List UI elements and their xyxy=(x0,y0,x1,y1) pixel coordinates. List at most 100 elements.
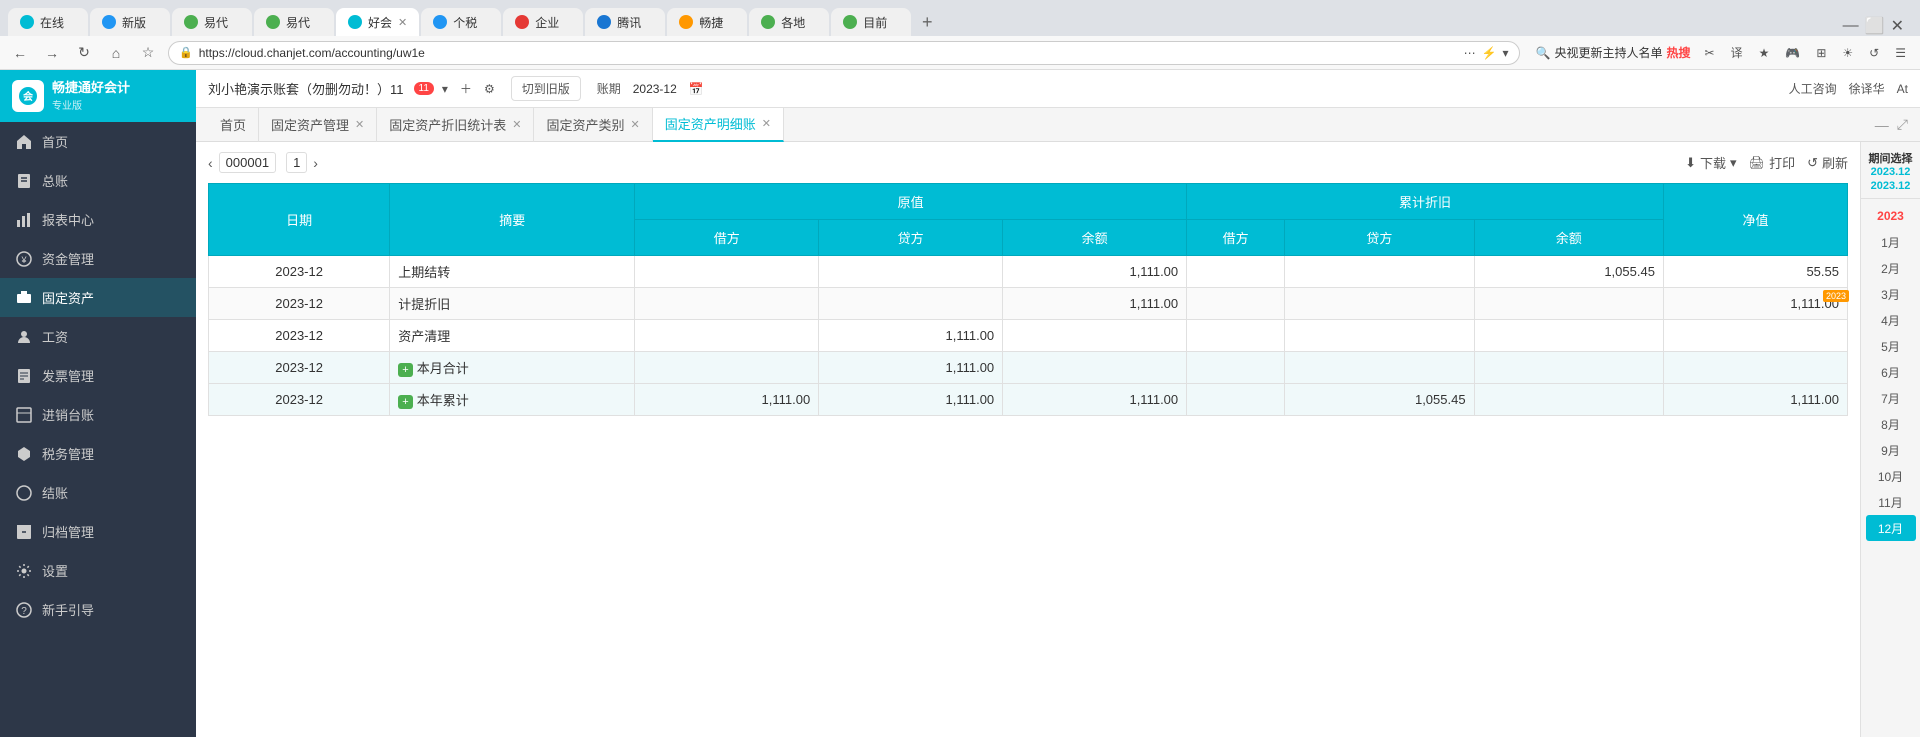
period-month-7[interactable]: 7月 xyxy=(1866,385,1916,411)
refresh-label: 刷新 xyxy=(1822,153,1848,172)
prev-record-button[interactable]: ‹ xyxy=(208,155,213,171)
sidebar-item-tax-mgmt[interactable]: 税务管理 xyxy=(0,434,196,473)
download-button[interactable]: ⬇ 下载 ▾ xyxy=(1685,153,1736,172)
browser-tab-new[interactable]: 新版 xyxy=(90,8,170,36)
period-month-8[interactable]: 8月 xyxy=(1866,411,1916,437)
account-period-value: 2023-12 xyxy=(633,82,677,96)
tab-asset-ledger[interactable]: 固定资产明细账 ✕ xyxy=(653,108,784,142)
close-window-button[interactable]: ✕ xyxy=(1891,16,1904,36)
tab-label: 目前 xyxy=(863,14,887,31)
reload-button[interactable]: ↻ xyxy=(72,41,96,65)
dropdown-arrow[interactable]: ▾ xyxy=(442,82,448,96)
home-button[interactable]: ⌂ xyxy=(104,41,128,65)
tab-label: 好会 xyxy=(368,14,392,31)
browser-tab-online[interactable]: 在线 xyxy=(8,8,88,36)
browser-tab-muqian[interactable]: 目前 xyxy=(831,8,911,36)
browser-tab-geshui[interactable]: 个税 xyxy=(421,8,501,36)
tab-depreciation-stats[interactable]: 固定资产折旧统计表 ✕ xyxy=(377,108,534,142)
settings-gear-icon[interactable]: ⚙ xyxy=(484,82,495,96)
sidebar-item-fund-mgmt[interactable]: ¥ 资金管理 xyxy=(0,239,196,278)
address-bar[interactable]: 🔒 https://cloud.chanjet.com/accounting/u… xyxy=(168,41,1520,65)
tab-home[interactable]: 首页 xyxy=(208,108,259,142)
sidebar-item-general-ledger[interactable]: 总账 xyxy=(0,161,196,200)
maximize-button[interactable]: ⬜ xyxy=(1865,16,1885,36)
browser-tab-qiye[interactable]: 企业 xyxy=(503,8,583,36)
close-icon[interactable]: ✕ xyxy=(398,16,407,29)
back-button[interactable]: ← xyxy=(8,41,32,65)
tab-depreciation-stats-label: 固定资产折旧统计表 xyxy=(389,115,506,134)
grid-tool[interactable]: ⊞ xyxy=(1810,44,1832,62)
period-month-3[interactable]: 3月 xyxy=(1866,281,1916,307)
period-month-10[interactable]: 10月 xyxy=(1866,463,1916,489)
sidebar-item-salary[interactable]: 工资 xyxy=(0,317,196,356)
switch-version-button[interactable]: 切到旧版 xyxy=(511,76,581,101)
user-button[interactable]: 徐译华 xyxy=(1849,80,1885,97)
period-month-9[interactable]: 9月 xyxy=(1866,437,1916,463)
close-tab-fixed-asset-mgmt[interactable]: ✕ xyxy=(355,118,364,131)
dropdown-icon[interactable]: ▾ xyxy=(1503,46,1509,60)
browser-tab-gedi[interactable]: 各地 xyxy=(749,8,829,36)
period-month-1[interactable]: 1月 xyxy=(1866,229,1916,255)
tab-icon xyxy=(761,15,775,29)
period-month-6[interactable]: 6月 xyxy=(1866,359,1916,385)
star-tool[interactable]: ★ xyxy=(1753,44,1776,62)
forward-button[interactable]: → xyxy=(40,41,64,65)
period-month-5[interactable]: 5月 xyxy=(1866,333,1916,359)
bookmark-button[interactable]: ☆ xyxy=(136,41,160,65)
undo-tool[interactable]: ↺ xyxy=(1863,44,1885,62)
sidebar-item-archive[interactable]: 归档管理 xyxy=(0,512,196,551)
th-summary: 摘要 xyxy=(390,184,635,256)
print-button[interactable]: 🖨 打印 xyxy=(1749,153,1796,172)
sidebar-item-home[interactable]: 首页 xyxy=(0,122,196,161)
next-record-button[interactable]: › xyxy=(313,155,318,171)
add-account-button[interactable]: ＋ xyxy=(460,80,472,97)
tab-fixed-asset-mgmt-label: 固定资产管理 xyxy=(271,115,349,134)
collapse-panel-button[interactable]: — xyxy=(1875,117,1889,133)
theme-tool[interactable]: ☀ xyxy=(1836,44,1859,62)
close-tab-ledger[interactable]: ✕ xyxy=(762,117,771,130)
sidebar-label-tax: 税务管理 xyxy=(42,444,94,463)
period-year-badge[interactable]: 2023 xyxy=(1866,203,1916,229)
game-tool[interactable]: 🎮 xyxy=(1779,44,1806,62)
refresh-button[interactable]: ↺ 刷新 xyxy=(1807,153,1848,172)
sidebar-item-report-center[interactable]: 报表中心 xyxy=(0,200,196,239)
browser-tab-tengxun[interactable]: 腾讯 xyxy=(585,8,665,36)
sidebar-item-guide[interactable]: ? 新手引导 xyxy=(0,590,196,629)
period-start-date[interactable]: 2023.12 xyxy=(1865,166,1916,178)
browser-tab-haohui[interactable]: 好会 ✕ xyxy=(336,8,419,36)
translate-tool[interactable]: 译 xyxy=(1725,42,1749,63)
period-month-2[interactable]: 2月 xyxy=(1866,255,1916,281)
close-tab-depreciation[interactable]: ✕ xyxy=(512,118,521,131)
row-accum-credit xyxy=(1285,352,1474,384)
tab-asset-category[interactable]: 固定资产类别 ✕ xyxy=(534,108,652,142)
close-tab-category[interactable]: ✕ xyxy=(631,118,640,131)
period-end-date[interactable]: 2023.12 xyxy=(1865,180,1916,192)
salary-icon xyxy=(16,329,32,345)
sidebar-item-trade-ledger[interactable]: 进销台账 xyxy=(0,395,196,434)
sidebar-item-close-account[interactable]: 结账 xyxy=(0,473,196,512)
period-month-12[interactable]: 12月 xyxy=(1866,515,1916,541)
browser-tab-yidai2[interactable]: 易代 xyxy=(254,8,334,36)
period-month-11[interactable]: 11月 xyxy=(1866,489,1916,515)
scissors-tool[interactable]: ✂ xyxy=(1699,44,1721,62)
period-month-4[interactable]: 4月 xyxy=(1866,307,1916,333)
menu-tool[interactable]: ☰ xyxy=(1889,44,1912,62)
sidebar-item-fixed-assets[interactable]: 固定资产 xyxy=(0,278,196,317)
minimize-button[interactable]: — xyxy=(1843,17,1859,35)
account-period-label: 账期 xyxy=(597,80,621,97)
tab-asset-ledger-label: 固定资产明细账 xyxy=(665,114,756,133)
svg-text:¥: ¥ xyxy=(20,255,27,265)
sidebar-label-report: 报表中心 xyxy=(42,210,94,229)
service-button[interactable]: 人工咨询 xyxy=(1789,80,1837,97)
browser-tab-changjie[interactable]: 畅捷 xyxy=(667,8,747,36)
new-tab-button[interactable]: + xyxy=(913,8,941,36)
right-period-panel: 期间选择 2023.12 2023.12 2023 1月 2月 3月 4月 5月… xyxy=(1860,142,1920,737)
calendar-icon[interactable]: 📅 xyxy=(689,82,704,96)
tab-label: 在线 xyxy=(40,14,64,31)
sidebar-item-settings[interactable]: 设置 xyxy=(0,551,196,590)
sidebar-item-invoice[interactable]: 发票管理 xyxy=(0,356,196,395)
expand-panel-button[interactable]: ⤢ xyxy=(1897,116,1908,133)
tab-icon xyxy=(266,15,280,29)
browser-tab-yidai1[interactable]: 易代 xyxy=(172,8,252,36)
tab-fixed-asset-mgmt[interactable]: 固定资产管理 ✕ xyxy=(259,108,377,142)
